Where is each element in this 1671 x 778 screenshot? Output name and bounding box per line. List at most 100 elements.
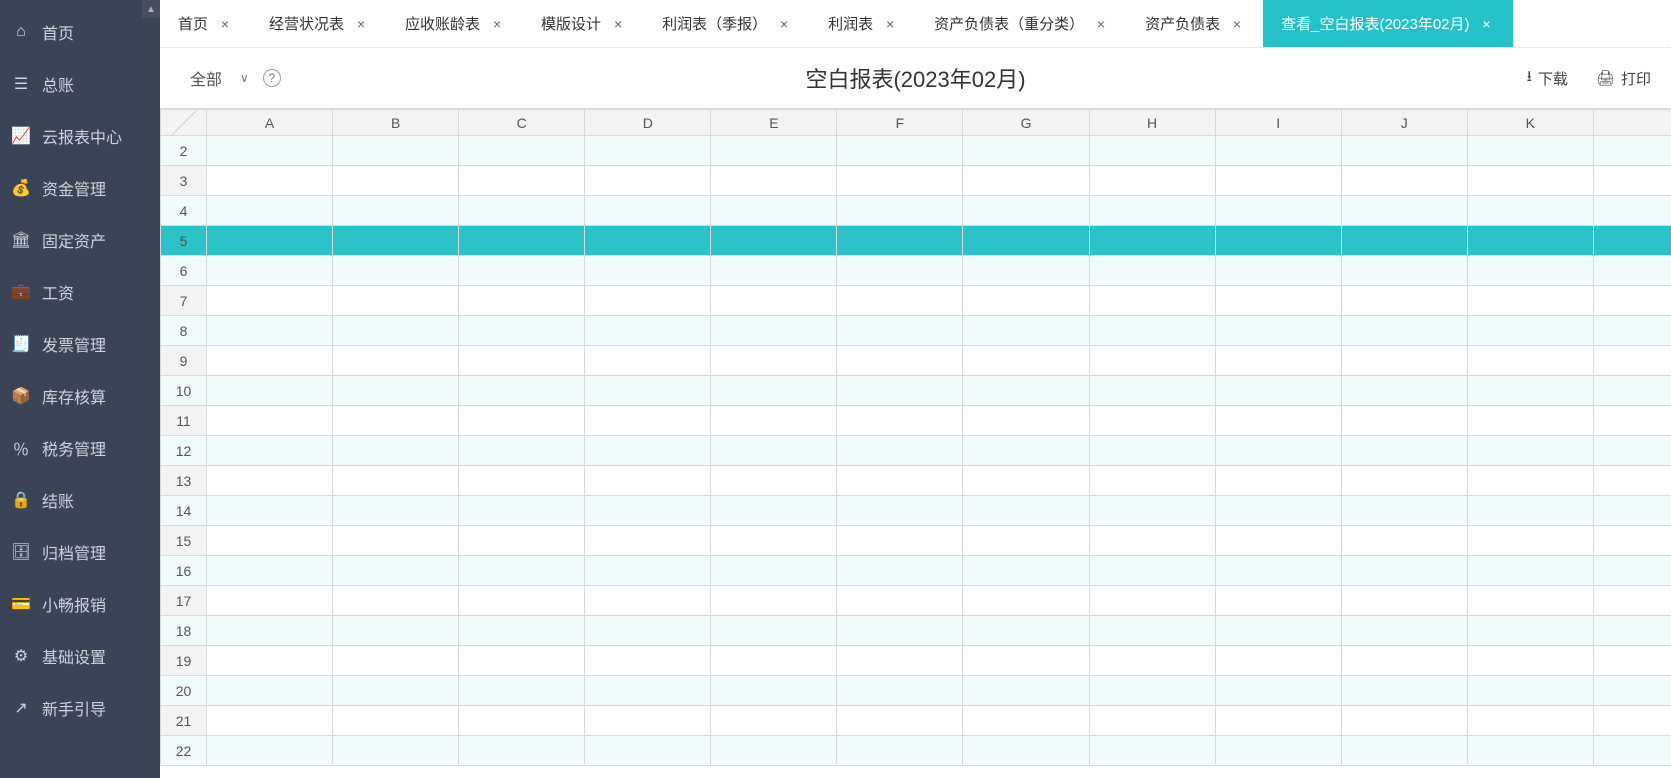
cell[interactable] xyxy=(459,196,585,226)
cell[interactable] xyxy=(711,316,837,346)
cell[interactable] xyxy=(1593,226,1671,256)
cell[interactable] xyxy=(459,706,585,736)
row-header[interactable]: 7 xyxy=(161,286,207,316)
cell[interactable] xyxy=(1467,196,1593,226)
tab-3[interactable]: 模版设计× xyxy=(523,0,644,47)
cell[interactable] xyxy=(1089,646,1215,676)
cell[interactable] xyxy=(585,256,711,286)
cell[interactable] xyxy=(711,736,837,766)
cell[interactable] xyxy=(1467,256,1593,286)
cell[interactable] xyxy=(1341,166,1467,196)
cell[interactable] xyxy=(207,466,333,496)
help-icon[interactable]: ? xyxy=(263,69,281,87)
cell[interactable] xyxy=(207,436,333,466)
cell[interactable] xyxy=(1593,166,1671,196)
cell[interactable] xyxy=(1341,346,1467,376)
cell[interactable] xyxy=(1341,646,1467,676)
tab-7[interactable]: 资产负债表× xyxy=(1127,0,1263,47)
cell[interactable] xyxy=(963,346,1089,376)
cell[interactable] xyxy=(1089,406,1215,436)
cell[interactable] xyxy=(711,136,837,166)
cell[interactable] xyxy=(711,556,837,586)
cell[interactable] xyxy=(711,406,837,436)
cell[interactable] xyxy=(1089,676,1215,706)
cell[interactable] xyxy=(837,466,963,496)
cell[interactable] xyxy=(837,646,963,676)
cell[interactable] xyxy=(333,286,459,316)
cell[interactable] xyxy=(585,496,711,526)
cell[interactable] xyxy=(1215,316,1341,346)
cell[interactable] xyxy=(711,346,837,376)
cell[interactable] xyxy=(1215,466,1341,496)
cell[interactable] xyxy=(837,226,963,256)
cell[interactable] xyxy=(333,196,459,226)
cell[interactable] xyxy=(585,526,711,556)
cell[interactable] xyxy=(711,196,837,226)
row-header[interactable]: 11 xyxy=(161,406,207,436)
row-header[interactable]: 18 xyxy=(161,616,207,646)
cell[interactable] xyxy=(1089,556,1215,586)
cell[interactable] xyxy=(585,646,711,676)
row-header[interactable]: 5 xyxy=(161,226,207,256)
cell[interactable] xyxy=(963,406,1089,436)
cell[interactable] xyxy=(333,226,459,256)
row-header[interactable]: 10 xyxy=(161,376,207,406)
cell[interactable] xyxy=(1215,256,1341,286)
tab-2[interactable]: 应收账龄表× xyxy=(387,0,523,47)
cell[interactable] xyxy=(585,136,711,166)
cell[interactable] xyxy=(1341,376,1467,406)
cell[interactable] xyxy=(837,196,963,226)
cell[interactable] xyxy=(1215,376,1341,406)
cell[interactable] xyxy=(837,316,963,346)
close-icon[interactable]: × xyxy=(490,16,504,32)
cell[interactable] xyxy=(837,496,963,526)
cell[interactable] xyxy=(207,376,333,406)
column-header[interactable]: J xyxy=(1341,110,1467,136)
cell[interactable] xyxy=(585,736,711,766)
cell[interactable] xyxy=(459,586,585,616)
cell[interactable] xyxy=(1341,676,1467,706)
cell[interactable] xyxy=(711,496,837,526)
cell[interactable] xyxy=(585,166,711,196)
cell[interactable] xyxy=(837,706,963,736)
cell[interactable] xyxy=(333,316,459,346)
cell[interactable] xyxy=(585,316,711,346)
sidebar-item-3[interactable]: 💰资金管理 xyxy=(0,162,160,214)
cell[interactable] xyxy=(1467,346,1593,376)
cell[interactable] xyxy=(1467,646,1593,676)
cell[interactable] xyxy=(207,196,333,226)
cell[interactable] xyxy=(585,226,711,256)
cell[interactable] xyxy=(1215,286,1341,316)
tab-5[interactable]: 利润表× xyxy=(810,0,916,47)
cell[interactable] xyxy=(585,286,711,316)
tab-8[interactable]: 查看_空白报表(2023年02月)× xyxy=(1263,0,1512,47)
cell[interactable] xyxy=(459,436,585,466)
cell[interactable] xyxy=(963,376,1089,406)
cell[interactable] xyxy=(333,346,459,376)
cell[interactable] xyxy=(459,496,585,526)
cell[interactable] xyxy=(1593,676,1671,706)
cell[interactable] xyxy=(585,676,711,706)
cell[interactable] xyxy=(1341,436,1467,466)
cell[interactable] xyxy=(333,466,459,496)
cell[interactable] xyxy=(1341,136,1467,166)
cell[interactable] xyxy=(1593,406,1671,436)
cell[interactable] xyxy=(1089,226,1215,256)
cell[interactable] xyxy=(333,646,459,676)
cell[interactable] xyxy=(207,316,333,346)
cell[interactable] xyxy=(1593,616,1671,646)
cell[interactable] xyxy=(1215,556,1341,586)
cell[interactable] xyxy=(1341,496,1467,526)
cell[interactable] xyxy=(1593,586,1671,616)
row-header[interactable]: 14 xyxy=(161,496,207,526)
cell[interactable] xyxy=(837,376,963,406)
cell[interactable] xyxy=(1089,496,1215,526)
cell[interactable] xyxy=(1341,736,1467,766)
cell[interactable] xyxy=(207,496,333,526)
cell[interactable] xyxy=(1215,586,1341,616)
cell[interactable] xyxy=(711,616,837,646)
cell[interactable] xyxy=(207,136,333,166)
column-header[interactable]: H xyxy=(1089,110,1215,136)
cell[interactable] xyxy=(963,136,1089,166)
cell[interactable] xyxy=(711,436,837,466)
